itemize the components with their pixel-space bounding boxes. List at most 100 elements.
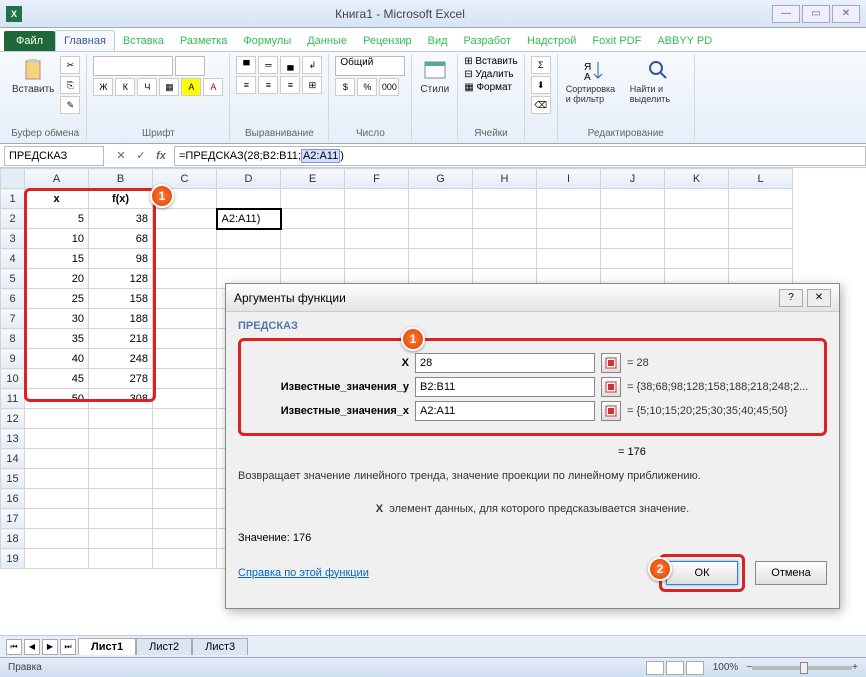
col-header-B[interactable]: B bbox=[89, 169, 153, 189]
align-bottom-button[interactable]: ▄ bbox=[280, 56, 300, 74]
sheet-tab-2[interactable]: Лист2 bbox=[136, 638, 192, 655]
cell-C19[interactable] bbox=[153, 549, 217, 569]
cell-A1[interactable]: x bbox=[25, 189, 89, 209]
row-header-8[interactable]: 8 bbox=[1, 329, 25, 349]
cell-A5[interactable]: 20 bbox=[25, 269, 89, 289]
cell-C11[interactable] bbox=[153, 389, 217, 409]
cell-C6[interactable] bbox=[153, 289, 217, 309]
cell-K1[interactable] bbox=[665, 189, 729, 209]
cell-E2[interactable] bbox=[281, 209, 345, 229]
tab-view[interactable]: Вид bbox=[420, 31, 456, 51]
styles-button[interactable]: Стили bbox=[418, 56, 451, 97]
cell-B16[interactable] bbox=[89, 489, 153, 509]
font-color-button[interactable]: А bbox=[203, 78, 223, 96]
align-right-button[interactable]: ≡ bbox=[280, 76, 300, 94]
cell-G1[interactable] bbox=[409, 189, 473, 209]
cell-F1[interactable] bbox=[345, 189, 409, 209]
row-header-13[interactable]: 13 bbox=[1, 429, 25, 449]
cell-L3[interactable] bbox=[729, 229, 793, 249]
find-select-button[interactable]: Найти и выделить bbox=[628, 56, 688, 106]
arg-y-input[interactable] bbox=[415, 377, 595, 397]
arg-y-range-button[interactable] bbox=[601, 377, 621, 397]
row-header-16[interactable]: 16 bbox=[1, 489, 25, 509]
view-layout-button[interactable] bbox=[666, 661, 684, 675]
cell-I1[interactable] bbox=[537, 189, 601, 209]
arg-x-range-button[interactable] bbox=[601, 353, 621, 373]
sort-filter-button[interactable]: ЯА Сортировка и фильтр bbox=[564, 56, 624, 106]
cell-L4[interactable] bbox=[729, 249, 793, 269]
cell-E4[interactable] bbox=[281, 249, 345, 269]
cell-C5[interactable] bbox=[153, 269, 217, 289]
fill-color-button[interactable]: А bbox=[181, 78, 201, 96]
font-family-select[interactable] bbox=[93, 56, 173, 76]
cell-A7[interactable]: 30 bbox=[25, 309, 89, 329]
view-normal-button[interactable] bbox=[646, 661, 664, 675]
col-header-J[interactable]: J bbox=[601, 169, 665, 189]
cell-C14[interactable] bbox=[153, 449, 217, 469]
sheet-nav-first[interactable]: ⏮ bbox=[6, 639, 22, 655]
percent-button[interactable]: % bbox=[357, 78, 377, 96]
row-header-9[interactable]: 9 bbox=[1, 349, 25, 369]
cell-A9[interactable]: 40 bbox=[25, 349, 89, 369]
arg-knownx-input[interactable] bbox=[415, 401, 595, 421]
col-header-E[interactable]: E bbox=[281, 169, 345, 189]
dialog-help-button[interactable]: ? bbox=[779, 289, 803, 307]
row-header-10[interactable]: 10 bbox=[1, 369, 25, 389]
cell-C12[interactable] bbox=[153, 409, 217, 429]
cell-A2[interactable]: 5 bbox=[25, 209, 89, 229]
bold-button[interactable]: Ж bbox=[93, 78, 113, 96]
col-header-D[interactable]: D bbox=[217, 169, 281, 189]
cell-K3[interactable] bbox=[665, 229, 729, 249]
col-header-G[interactable]: G bbox=[409, 169, 473, 189]
cell-C18[interactable] bbox=[153, 529, 217, 549]
zoom-level[interactable]: 100% bbox=[713, 662, 739, 673]
cell-H2[interactable] bbox=[473, 209, 537, 229]
align-center-button[interactable]: ≡ bbox=[258, 76, 278, 94]
zoom-in-button[interactable]: + bbox=[852, 662, 858, 673]
border-button[interactable]: ▦ bbox=[159, 78, 179, 96]
tab-layout[interactable]: Разметка bbox=[172, 31, 236, 51]
cell-B6[interactable]: 158 bbox=[89, 289, 153, 309]
cell-G3[interactable] bbox=[409, 229, 473, 249]
row-header-4[interactable]: 4 bbox=[1, 249, 25, 269]
cell-K4[interactable] bbox=[665, 249, 729, 269]
row-header-12[interactable]: 12 bbox=[1, 409, 25, 429]
delete-cells-button[interactable]: ⊟ Удалить bbox=[464, 69, 513, 80]
cell-C16[interactable] bbox=[153, 489, 217, 509]
tab-addins[interactable]: Надстрой bbox=[519, 31, 584, 51]
cell-A14[interactable] bbox=[25, 449, 89, 469]
cell-I2[interactable] bbox=[537, 209, 601, 229]
zoom-slider[interactable] bbox=[752, 666, 852, 670]
cell-A16[interactable] bbox=[25, 489, 89, 509]
row-header-11[interactable]: 11 bbox=[1, 389, 25, 409]
col-header-K[interactable]: K bbox=[665, 169, 729, 189]
cell-B12[interactable] bbox=[89, 409, 153, 429]
cell-H1[interactable] bbox=[473, 189, 537, 209]
name-box[interactable]: ПРЕДСКАЗ bbox=[4, 146, 104, 166]
cell-A3[interactable]: 10 bbox=[25, 229, 89, 249]
close-button[interactable]: ✕ bbox=[832, 5, 860, 23]
row-header-17[interactable]: 17 bbox=[1, 509, 25, 529]
cell-B3[interactable]: 68 bbox=[89, 229, 153, 249]
col-header-L[interactable]: L bbox=[729, 169, 793, 189]
minimize-button[interactable]: — bbox=[772, 5, 800, 23]
italic-button[interactable]: К bbox=[115, 78, 135, 96]
comma-button[interactable]: 000 bbox=[379, 78, 399, 96]
row-header-7[interactable]: 7 bbox=[1, 309, 25, 329]
cell-F3[interactable] bbox=[345, 229, 409, 249]
cell-A10[interactable]: 45 bbox=[25, 369, 89, 389]
sheet-nav-next[interactable]: ▶ bbox=[42, 639, 58, 655]
cell-D4[interactable] bbox=[217, 249, 281, 269]
autosum-button[interactable]: Σ bbox=[531, 56, 551, 74]
cell-E3[interactable] bbox=[281, 229, 345, 249]
cell-F4[interactable] bbox=[345, 249, 409, 269]
underline-button[interactable]: Ч bbox=[137, 78, 157, 96]
col-header-A[interactable]: A bbox=[25, 169, 89, 189]
arg-knownx-range-button[interactable] bbox=[601, 401, 621, 421]
cell-A18[interactable] bbox=[25, 529, 89, 549]
cell-B18[interactable] bbox=[89, 529, 153, 549]
tab-developer[interactable]: Разработ bbox=[456, 31, 519, 51]
cell-B15[interactable] bbox=[89, 469, 153, 489]
align-middle-button[interactable]: ═ bbox=[258, 56, 278, 74]
fill-button[interactable]: ⬇ bbox=[531, 76, 551, 94]
